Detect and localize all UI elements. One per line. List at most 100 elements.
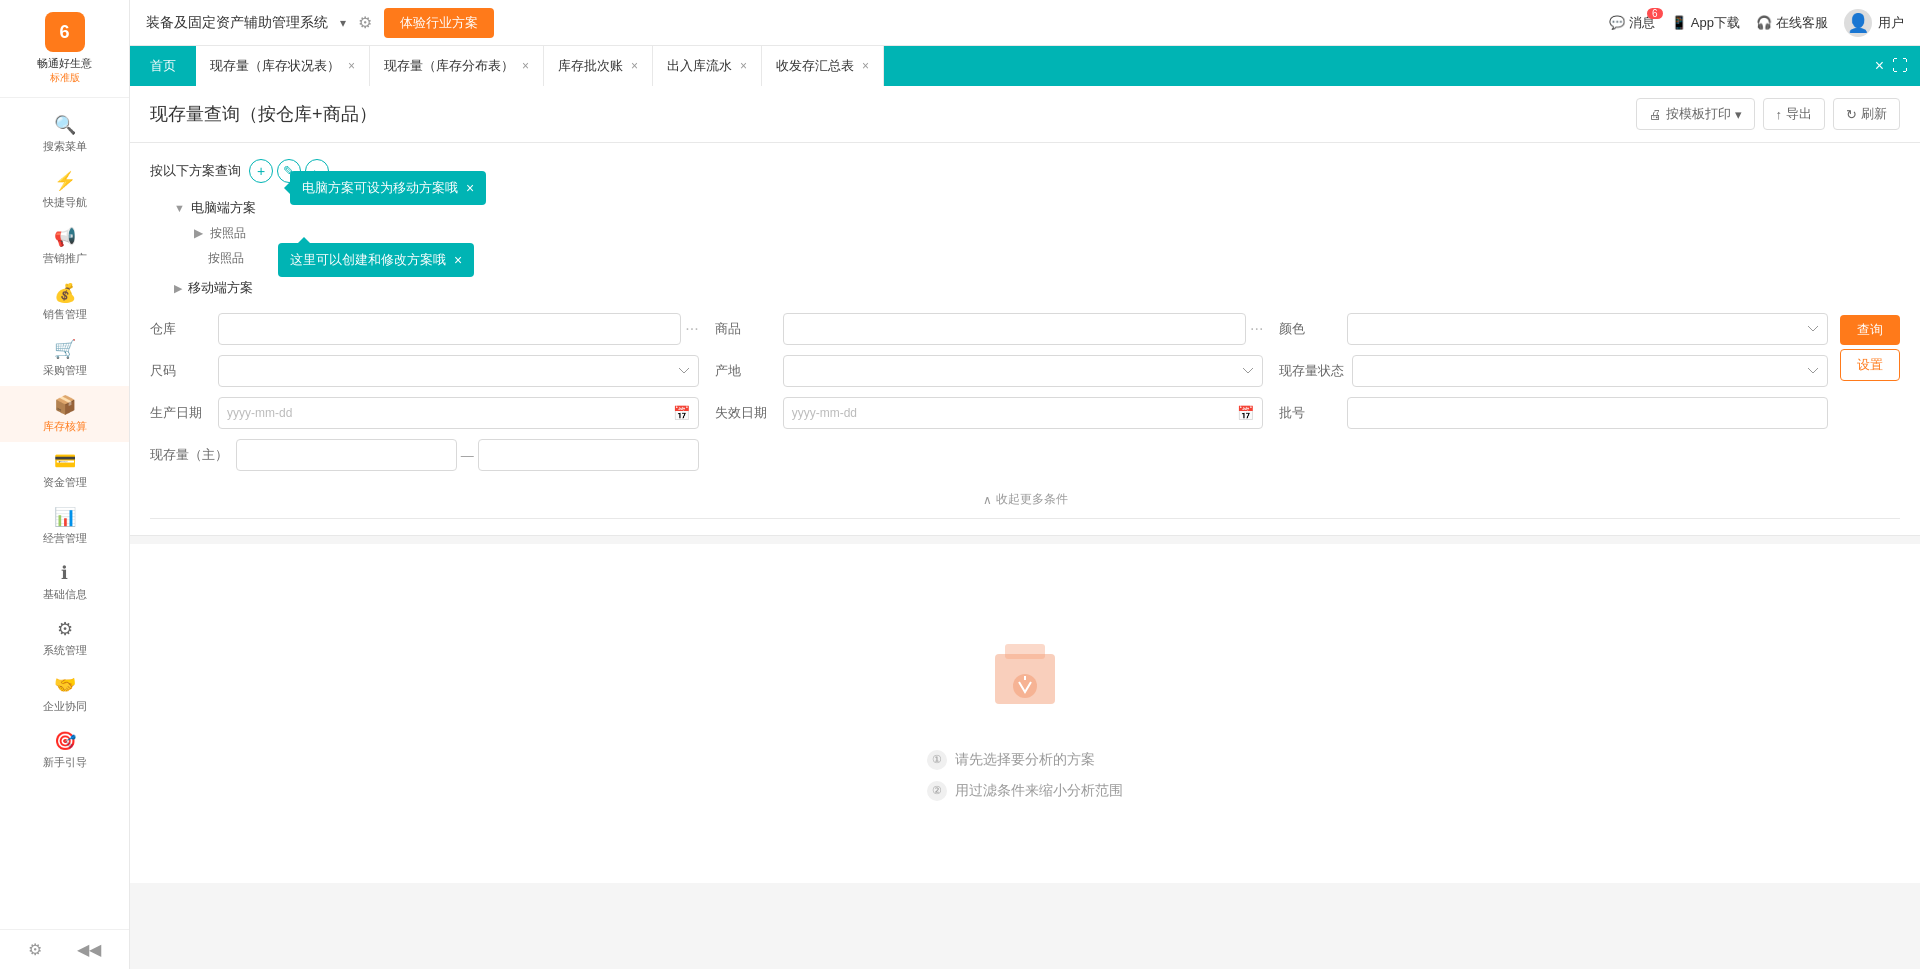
- sidebar-item-basic[interactable]: ℹ 基础信息: [0, 554, 129, 610]
- sidebar-item-finance[interactable]: 💳 资金管理: [0, 442, 129, 498]
- warehouse-input[interactable]: [218, 313, 681, 345]
- modify-popup-close[interactable]: ×: [454, 252, 462, 268]
- filter-size-row: 尺码: [150, 355, 699, 387]
- stock-main-min[interactable]: [236, 439, 457, 471]
- tab-batch-account[interactable]: 库存批次账 ×: [544, 46, 653, 86]
- scheme-pc-item-1-icon: ▶: [194, 226, 203, 240]
- tab-close-all[interactable]: ×: [1875, 57, 1884, 75]
- tab-inventory-dist-close[interactable]: ×: [522, 59, 529, 73]
- scheme-popup-text: 电脑方案可设为移动方案哦: [302, 179, 458, 197]
- message-badge: 6: [1647, 8, 1663, 19]
- user-profile[interactable]: 👤 用户: [1844, 9, 1904, 37]
- filter-header: 按以下方案查询 + ✎ ← 电脑方案可设为移动方案哦 ×: [150, 159, 1900, 183]
- page-actions: 🖨 按模板打印 ▾ ↑ 导出 ↻ 刷新: [1636, 98, 1901, 130]
- collapse-sidebar-icon[interactable]: ◀◀: [77, 940, 101, 959]
- filter-stock-main-row: 现存量（主） —: [150, 439, 699, 471]
- sidebar-item-management[interactable]: 📊 经营管理: [0, 498, 129, 554]
- tab-inventory-status[interactable]: 现存量（库存状况表） ×: [196, 46, 370, 86]
- color-select[interactable]: [1347, 313, 1828, 345]
- tab-expand[interactable]: ⛶: [1892, 57, 1908, 75]
- tab-flow[interactable]: 出入库流水 ×: [653, 46, 762, 86]
- empty-state: ① 请先选择要分析的方案 ② 用过滤条件来缩小分析范围: [130, 544, 1920, 883]
- export-icon: ↑: [1776, 107, 1783, 122]
- reset-btn[interactable]: 设置: [1840, 349, 1900, 381]
- sidebar-item-nav[interactable]: ⚡ 快捷导航: [0, 162, 129, 218]
- scheme-group-mobile-arrow-icon: ▶: [174, 282, 182, 295]
- online-service-btn[interactable]: 🎧 在线客服: [1756, 14, 1828, 32]
- topbar-right: 💬 消息 6 📱 App下载 🎧 在线客服 👤 用户: [1609, 9, 1904, 37]
- scheme-group-mobile-header[interactable]: ▶ 移动端方案: [166, 275, 1900, 301]
- message-btn[interactable]: 💬 消息 6: [1609, 14, 1655, 32]
- batch-label: 批号: [1279, 404, 1339, 422]
- tab-flow-label: 出入库流水: [667, 57, 732, 75]
- tab-inventory-status-close[interactable]: ×: [348, 59, 355, 73]
- marketing-icon: 📢: [54, 226, 76, 248]
- sidebar-item-marketing-label: 营销推广: [43, 251, 87, 266]
- system-icon: ⚙: [57, 618, 73, 640]
- sidebar-item-basic-label: 基础信息: [43, 587, 87, 602]
- product-dots[interactable]: ···: [1250, 320, 1263, 338]
- topbar-left: 装备及固定资产辅助管理系统 ▾ ⚙ 体验行业方案: [146, 8, 494, 38]
- scheme-popup-close[interactable]: ×: [466, 180, 474, 196]
- tab-batch-account-close[interactable]: ×: [631, 59, 638, 73]
- export-label: 导出: [1786, 105, 1812, 123]
- filter-stock-status-row: 现存量状态: [1279, 355, 1828, 387]
- topbar-gear-icon[interactable]: ⚙: [358, 13, 372, 32]
- sidebar-item-system[interactable]: ⚙ 系统管理: [0, 610, 129, 666]
- tab-inventory-dist[interactable]: 现存量（库存分布表） ×: [370, 46, 544, 86]
- refresh-btn[interactable]: ↻ 刷新: [1833, 98, 1900, 130]
- app-logo-icon: 6: [45, 12, 85, 52]
- message-icon: 💬: [1609, 15, 1625, 30]
- sidebar-item-search[interactable]: 🔍 搜索菜单: [0, 106, 129, 162]
- tab-flow-close[interactable]: ×: [740, 59, 747, 73]
- print-label: 按模板打印: [1666, 105, 1731, 123]
- add-scheme-btn[interactable]: +: [249, 159, 273, 183]
- sidebar-item-nav-label: 快捷导航: [43, 195, 87, 210]
- warehouse-dots[interactable]: ···: [685, 320, 698, 338]
- app-download-btn[interactable]: 📱 App下载: [1671, 14, 1740, 32]
- sidebar-item-enterprise[interactable]: 🤝 企业协同: [0, 666, 129, 722]
- sidebar-item-inventory[interactable]: 📦 库存核算: [0, 386, 129, 442]
- stock-main-label: 现存量（主）: [150, 446, 228, 464]
- search-btn[interactable]: 查询: [1840, 315, 1900, 345]
- export-btn[interactable]: ↑ 导出: [1763, 98, 1826, 130]
- print-btn[interactable]: 🖨 按模板打印 ▾: [1636, 98, 1755, 130]
- nav-icon: ⚡: [54, 170, 76, 192]
- collapse-btn[interactable]: ∧ 收起更多条件: [983, 491, 1068, 508]
- stock-main-max[interactable]: [478, 439, 699, 471]
- purchase-icon: 🛒: [54, 338, 76, 360]
- origin-select[interactable]: [783, 355, 1264, 387]
- stock-range-sep: —: [461, 448, 474, 463]
- size-select[interactable]: [218, 355, 699, 387]
- empty-step-1-label: 请先选择要分析的方案: [955, 747, 1095, 772]
- sidebar-item-guide[interactable]: 🎯 新手引导: [0, 722, 129, 778]
- tab-summary[interactable]: 收发存汇总表 ×: [762, 46, 884, 86]
- sidebar-item-purchase[interactable]: 🛒 采购管理: [0, 330, 129, 386]
- stock-status-select[interactable]: [1352, 355, 1828, 387]
- scheme-group-pc-label: 电脑端方案: [191, 199, 256, 217]
- system-dropdown-icon[interactable]: ▾: [340, 16, 346, 30]
- tab-home[interactable]: 首页: [130, 46, 196, 86]
- product-label: 商品: [715, 320, 775, 338]
- basic-icon: ℹ: [61, 562, 68, 584]
- produce-date-input[interactable]: yyyy-mm-dd 📅: [218, 397, 699, 429]
- expire-date-input[interactable]: yyyy-mm-dd 📅: [783, 397, 1264, 429]
- tab-summary-label: 收发存汇总表: [776, 57, 854, 75]
- filter-section: 按以下方案查询 + ✎ ← 电脑方案可设为移动方案哦 × 这里可以创建和修改方案…: [130, 143, 1920, 536]
- sidebar-item-guide-label: 新手引导: [43, 755, 87, 770]
- trial-btn[interactable]: 体验行业方案: [384, 8, 494, 38]
- produce-date-calendar-icon[interactable]: 📅: [673, 405, 690, 421]
- sidebar-item-sales[interactable]: 💰 销售管理: [0, 274, 129, 330]
- tab-summary-close[interactable]: ×: [862, 59, 869, 73]
- batch-input[interactable]: [1347, 397, 1828, 429]
- product-input[interactable]: [783, 313, 1246, 345]
- modify-popup: 这里可以创建和修改方案哦 ×: [278, 243, 474, 277]
- tab-home-label: 首页: [150, 57, 176, 75]
- expire-date-calendar-icon[interactable]: 📅: [1237, 405, 1254, 421]
- settings-bottom-icon[interactable]: ⚙: [28, 940, 42, 959]
- search-icon: 🔍: [54, 114, 76, 136]
- empty-text: ① 请先选择要分析的方案 ② 用过滤条件来缩小分析范围: [927, 747, 1123, 803]
- filter-produce-date-row: 生产日期 yyyy-mm-dd 📅: [150, 397, 699, 429]
- sidebar-item-marketing[interactable]: 📢 营销推广: [0, 218, 129, 274]
- collapse-bar: ∧ 收起更多条件: [150, 481, 1900, 519]
